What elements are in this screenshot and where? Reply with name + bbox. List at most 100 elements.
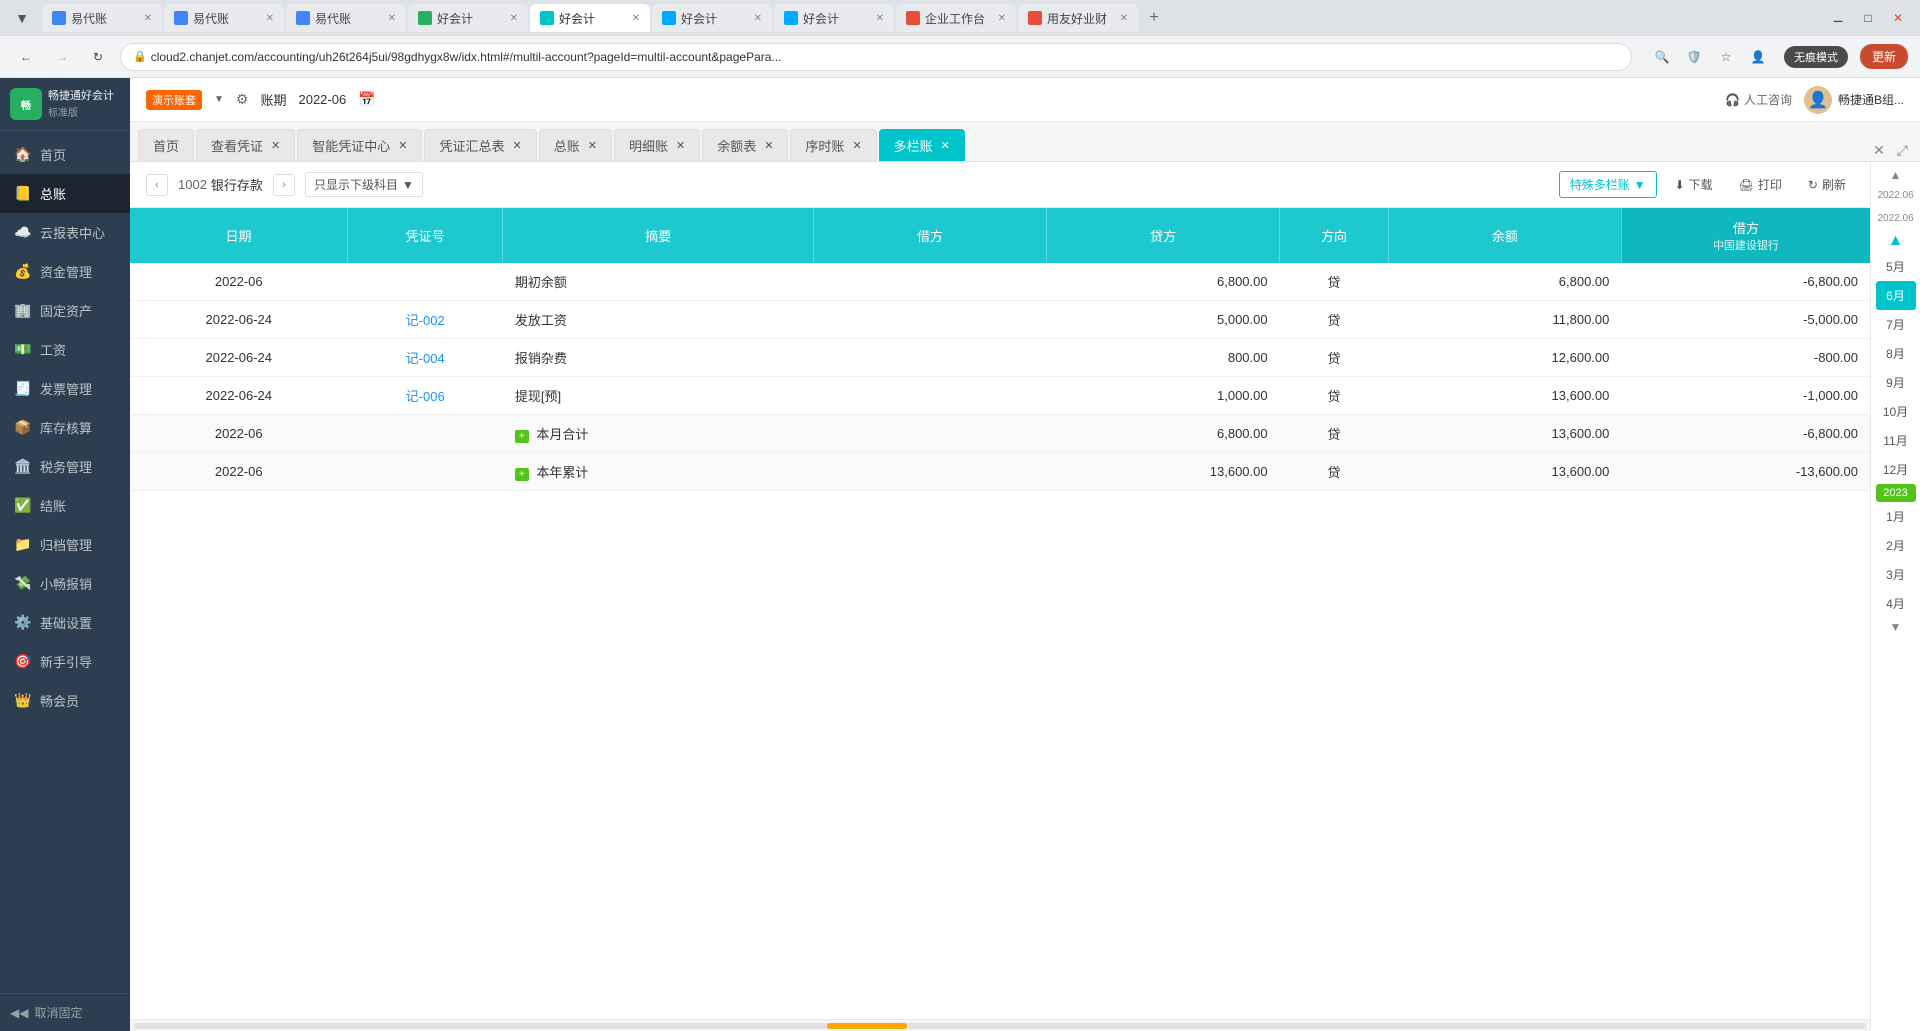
month-item-october[interactable]: 10月 [1876, 397, 1916, 426]
month-item-2022-06-top[interactable]: 2022.06 [1876, 184, 1916, 207]
prev-account-button[interactable]: ‹ [146, 174, 168, 196]
sidebar-item-cloud-report[interactable]: ☁️ 云报表中心 [0, 213, 130, 252]
browser-tab-4[interactable]: 好会计 ✕ [408, 4, 528, 32]
page-tab-voucher-close[interactable]: ✕ [271, 139, 280, 152]
update-button[interactable]: 更新 [1860, 44, 1908, 69]
month-item-july[interactable]: 7月 [1876, 310, 1916, 339]
page-tab-journal-close[interactable]: ✕ [852, 139, 861, 152]
demo-badge[interactable]: 演示账套 [146, 90, 202, 110]
sidebar-item-ledger[interactable]: 📒 总账 [0, 174, 130, 213]
tab-close-5[interactable]: ✕ [632, 13, 640, 24]
browser-tab-3[interactable]: 易代账 ✕ [286, 4, 406, 32]
page-tab-general-ledger[interactable]: 总账 ✕ [539, 129, 612, 161]
tab-close-2[interactable]: ✕ [266, 13, 274, 24]
browser-tab-1[interactable]: 易代账 ✕ [42, 4, 162, 32]
star-icon-btn[interactable]: ☆ [1712, 43, 1740, 71]
settings-topbar-icon[interactable]: ⚙ [236, 91, 249, 108]
tab-close-6[interactable]: ✕ [754, 13, 762, 24]
page-tab-home[interactable]: 首页 [138, 129, 194, 161]
browser-tab-7[interactable]: 好会计 ✕ [774, 4, 894, 32]
page-tab-journal[interactable]: 序时账 ✕ [790, 129, 876, 161]
refresh-button[interactable]: ↻ 刷新 [1800, 172, 1854, 197]
month-item-jan[interactable]: 1月 [1876, 502, 1916, 531]
shield-icon-btn[interactable]: 🛡️ [1680, 43, 1708, 71]
month-item-september[interactable]: 9月 [1876, 368, 1916, 397]
maximize-button[interactable]: □ [1854, 4, 1882, 32]
sidebar-item-member[interactable]: 👑 畅会员 [0, 681, 130, 720]
page-tab-multi-column[interactable]: 多栏账 ✕ [879, 129, 965, 161]
sidebar-item-fund[interactable]: 💰 资金管理 [0, 252, 130, 291]
scroll-thumb-h[interactable] [827, 1023, 907, 1029]
forward-button[interactable]: → [48, 43, 76, 71]
tab-close-1[interactable]: ✕ [144, 13, 152, 24]
sidebar-item-tax[interactable]: 🏛️ 税务管理 [0, 447, 130, 486]
month-up-arrow[interactable]: ▲ [1886, 230, 1906, 252]
minimize-button[interactable]: ⚊ [1824, 4, 1852, 32]
month-item-june[interactable]: 6月 [1876, 281, 1916, 310]
user-info[interactable]: 👤 畅捷通B组... [1804, 86, 1904, 114]
browser-tab-6[interactable]: 好会计 ✕ [652, 4, 772, 32]
sidebar-item-payroll[interactable]: 💵 工资 [0, 330, 130, 369]
month-item-2022-06-2[interactable]: 2022.06 [1876, 207, 1916, 230]
sidebar-item-archive[interactable]: 📁 归档管理 [0, 525, 130, 564]
page-tab-summary-close[interactable]: ✕ [513, 139, 522, 152]
sidebar-item-guide[interactable]: 🎯 新手引导 [0, 642, 130, 681]
browser-tab-9[interactable]: 用友好业财 ✕ [1018, 4, 1138, 32]
sidebar-item-close-accounts[interactable]: ✅ 结账 [0, 486, 130, 525]
month-item-november[interactable]: 11月 [1876, 426, 1916, 455]
sidebar-item-inventory[interactable]: 📦 库存核算 [0, 408, 130, 447]
cell-voucher-4[interactable]: 记-006 [348, 377, 503, 415]
page-tab-voucher[interactable]: 查看凭证 ✕ [196, 129, 295, 161]
page-tab-balance[interactable]: 余额表 ✕ [702, 129, 788, 161]
filter-button[interactable]: 只显示下级科目 ▼ [305, 172, 423, 197]
sidebar-item-settings[interactable]: ⚙️ 基础设置 [0, 603, 130, 642]
page-tab-smart-voucher[interactable]: 智能凭证中心 ✕ [297, 129, 422, 161]
demo-dropdown-arrow[interactable]: ▼ [214, 94, 224, 105]
page-tab-detail-close[interactable]: ✕ [676, 139, 685, 152]
print-button[interactable]: 🖨 打印 [1731, 172, 1790, 197]
tab-close-7[interactable]: ✕ [876, 13, 884, 24]
browser-nav-left[interactable]: ▼ [8, 4, 36, 32]
tab-close-9[interactable]: ✕ [1120, 13, 1128, 24]
calendar-icon[interactable]: 📅 [358, 91, 375, 108]
month-item-mar[interactable]: 3月 [1876, 560, 1916, 589]
month-item-december[interactable]: 12月 [1876, 455, 1916, 484]
month-item-may[interactable]: 5月 [1876, 252, 1916, 281]
month-item-apr[interactable]: 4月 [1876, 589, 1916, 618]
cell-voucher-3[interactable]: 记-004 [348, 339, 503, 377]
browser-tab-5[interactable]: 好会计 ✕ [530, 4, 650, 32]
page-tab-balance-close[interactable]: ✕ [764, 139, 773, 152]
tab-close-3[interactable]: ✕ [388, 13, 396, 24]
browser-tab-2[interactable]: 易代账 ✕ [164, 4, 284, 32]
page-tab-smart-voucher-close[interactable]: ✕ [398, 139, 407, 152]
consult-button[interactable]: 🎧 人工咨询 [1725, 91, 1792, 108]
page-tab-general-ledger-close[interactable]: ✕ [588, 139, 597, 152]
close-button[interactable]: ✕ [1884, 4, 1912, 32]
incognito-button[interactable]: 无痕模式 [1784, 46, 1848, 68]
close-panel-icon[interactable]: ✕ [1869, 140, 1889, 161]
back-button[interactable]: ← [12, 43, 40, 71]
sidebar-item-invoice[interactable]: 🧾 发票管理 [0, 369, 130, 408]
download-button[interactable]: ⬇ 下载 [1667, 172, 1721, 197]
month-scroll-up[interactable]: ▲ [1888, 166, 1904, 184]
sidebar-item-expense[interactable]: 💸 小畅报销 [0, 564, 130, 603]
sidebar-item-fixed-assets[interactable]: 🏢 固定资产 [0, 291, 130, 330]
next-account-button[interactable]: › [273, 174, 295, 196]
month-item-august[interactable]: 8月 [1876, 339, 1916, 368]
browser-tab-8[interactable]: 企业工作台 ✕ [896, 4, 1016, 32]
month-scroll-down[interactable]: ▼ [1888, 618, 1904, 636]
url-input[interactable]: 🔒 cloud2.chanjet.com/accounting/uh26t264… [120, 43, 1632, 71]
page-tab-detail[interactable]: 明细账 ✕ [614, 129, 700, 161]
horizontal-scrollbar[interactable] [130, 1019, 1870, 1031]
tab-close-8[interactable]: ✕ [998, 13, 1006, 24]
page-tab-multi-column-close[interactable]: ✕ [941, 139, 950, 152]
sidebar-item-home[interactable]: 🏠 首页 [0, 135, 130, 174]
tab-close-4[interactable]: ✕ [510, 13, 518, 24]
special-account-button[interactable]: 特殊多栏账 ▼ [1559, 171, 1657, 198]
month-item-feb[interactable]: 2月 [1876, 531, 1916, 560]
expand-panel-icon[interactable]: ⤢ [1893, 140, 1912, 161]
account-name[interactable]: 银行存款 [211, 175, 263, 194]
new-tab-button[interactable]: + [1140, 4, 1168, 32]
reload-button[interactable]: ↻ [84, 43, 112, 71]
profile-icon-btn[interactable]: 👤 [1744, 43, 1772, 71]
